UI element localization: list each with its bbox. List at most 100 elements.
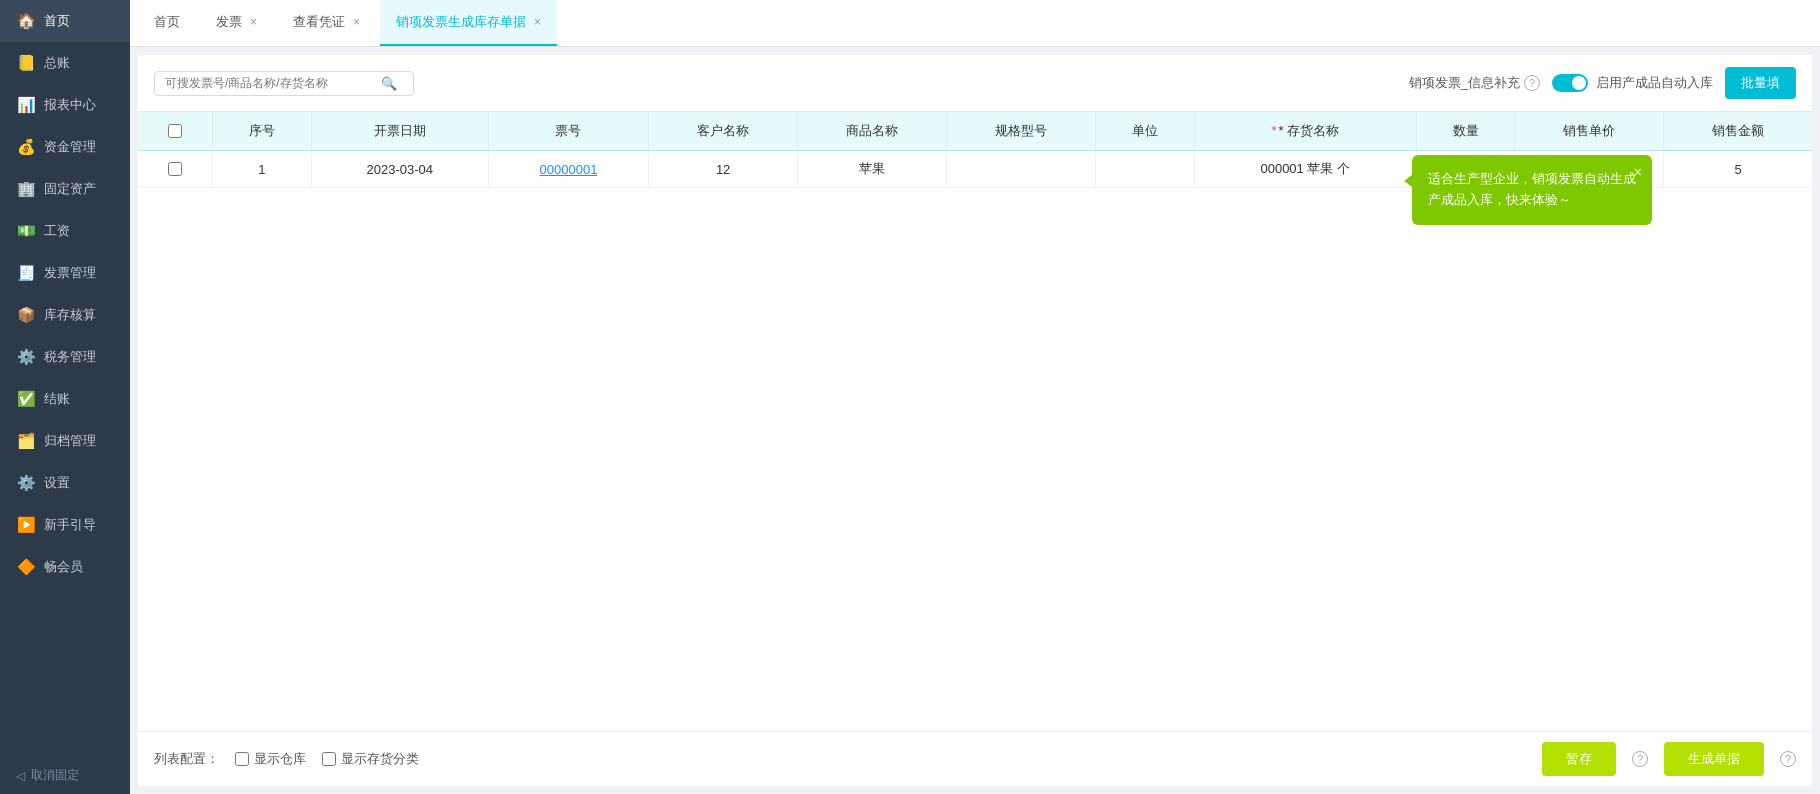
sidebar-item-label: 首页 <box>44 12 70 30</box>
fixed-assets-icon: 🏢 <box>16 180 36 198</box>
archive-icon: 🗂️ <box>16 432 36 450</box>
col-checkbox <box>138 112 213 151</box>
show-category-label: 显示存货分类 <box>341 750 419 768</box>
sidebar-item-label: 固定资产 <box>44 180 96 198</box>
show-category-item[interactable]: 显示存货分类 <box>322 750 419 768</box>
auto-warehouse-toggle[interactable] <box>1552 74 1588 92</box>
sidebar-item-label: 新手引导 <box>44 516 96 534</box>
show-warehouse-item[interactable]: 显示仓库 <box>235 750 306 768</box>
home-icon: 🏠 <box>16 12 36 30</box>
sidebar-item-inventory[interactable]: 📦 库存核算 <box>0 294 130 336</box>
sidebar-item-reports[interactable]: 📊 报表中心 <box>0 84 130 126</box>
tab-voucher-close[interactable]: × <box>353 15 360 29</box>
row-checkbox[interactable] <box>168 162 182 176</box>
row-inventory[interactable]: 000001 苹果 个 <box>1194 151 1416 188</box>
generate-help-icon[interactable]: ? <box>1780 751 1796 767</box>
sidebar-item-label: 工资 <box>44 222 70 240</box>
sidebar-item-general-ledger[interactable]: 📒 总账 <box>0 42 130 84</box>
sidebar-item-label: 发票管理 <box>44 264 96 282</box>
col-number: 票号 <box>488 112 648 151</box>
row-customer: 12 <box>649 151 798 188</box>
tab-bar: 首页 发票 × 查看凭证 × 销项发票生成库存单据 × <box>130 0 1820 47</box>
tab-cancel-invoice-close[interactable]: × <box>534 15 541 29</box>
row-amount: 5 <box>1664 151 1812 188</box>
col-spec: 规格型号 <box>947 112 1096 151</box>
col-seq: 序号 <box>213 112 312 151</box>
toolbar: 🔍 销项发票_信息补充 ? 启用产成品自动入库 批量填 <box>138 55 1812 112</box>
sidebar-pin-toggle[interactable]: ◁ 取消固定 <box>0 757 130 794</box>
tab-invoice-label: 发票 <box>216 13 242 31</box>
info-help-icon[interactable]: ? <box>1524 75 1540 91</box>
search-input[interactable] <box>165 76 375 90</box>
info-label-text: 销项发票_信息补充 <box>1409 74 1520 92</box>
sidebar-item-label: 总账 <box>44 54 70 72</box>
col-unit: 单位 <box>1096 112 1195 151</box>
sidebar-item-guide[interactable]: ▶️ 新手引导 <box>0 504 130 546</box>
batch-fill-button[interactable]: 批量填 <box>1725 67 1796 99</box>
tooltip-popup: × 适合生产型企业，销项发票自动生成产成品入库，快来体验～ <box>1412 155 1652 225</box>
sidebar-item-label: 报表中心 <box>44 96 96 114</box>
tooltip-close[interactable]: × <box>1634 161 1642 183</box>
sidebar-item-funds[interactable]: 💰 资金管理 <box>0 126 130 168</box>
payroll-icon: 💵 <box>16 222 36 240</box>
footer-bar: 列表配置： 显示仓库 显示存货分类 暂存 ? 生成单据 ? <box>138 731 1812 786</box>
show-warehouse-checkbox[interactable] <box>235 752 249 766</box>
sidebar-item-label: 归档管理 <box>44 432 96 450</box>
row-number-link[interactable]: 00000001 <box>540 162 598 177</box>
tab-home-label: 首页 <box>154 13 180 31</box>
col-unit-price: 销售单价 <box>1515 112 1664 151</box>
sidebar-item-invoice-mgmt[interactable]: 🧾 发票管理 <box>0 252 130 294</box>
row-number[interactable]: 00000001 <box>488 151 648 188</box>
generate-button[interactable]: 生成单据 <box>1664 742 1764 776</box>
sidebar: 🏠 首页 📒 总账 📊 报表中心 💰 资金管理 🏢 固定资产 💵 工资 🧾 发票… <box>0 0 130 794</box>
ledger-icon: 📒 <box>16 54 36 72</box>
row-product: 苹果 <box>798 151 947 188</box>
sidebar-item-label: 结账 <box>44 390 70 408</box>
tab-voucher[interactable]: 查看凭证 × <box>277 0 376 46</box>
main-area: 首页 发票 × 查看凭证 × 销项发票生成库存单据 × 🔍 销项发票_信息补充 … <box>130 0 1820 794</box>
search-icon: 🔍 <box>381 76 397 91</box>
select-all-checkbox[interactable] <box>168 124 182 138</box>
row-spec <box>947 151 1096 188</box>
sidebar-item-label: 设置 <box>44 474 70 492</box>
col-inventory: ** 存货名称 <box>1194 112 1416 151</box>
tab-voucher-label: 查看凭证 <box>293 13 345 31</box>
sidebar-item-settle[interactable]: ✅ 结账 <box>0 378 130 420</box>
inventory-icon: 📦 <box>16 306 36 324</box>
show-category-checkbox[interactable] <box>322 752 336 766</box>
tooltip-text: 适合生产型企业，销项发票自动生成产成品入库，快来体验～ <box>1428 171 1636 207</box>
funds-icon: 💰 <box>16 138 36 156</box>
list-config-label: 列表配置： <box>154 750 219 768</box>
toggle-area: 启用产成品自动入库 <box>1552 74 1713 92</box>
tab-invoice-close[interactable]: × <box>250 15 257 29</box>
footer-checkbox-group: 显示仓库 显示存货分类 <box>235 750 419 768</box>
sidebar-item-home[interactable]: 🏠 首页 <box>0 0 130 42</box>
reports-icon: 📊 <box>16 96 36 114</box>
search-box[interactable]: 🔍 <box>154 71 414 96</box>
sidebar-item-tax[interactable]: ⚙️ 税务管理 <box>0 336 130 378</box>
col-date: 开票日期 <box>311 112 488 151</box>
sidebar-item-label: 税务管理 <box>44 348 96 366</box>
sidebar-item-label: 畅会员 <box>44 558 83 576</box>
guide-icon: ▶️ <box>16 516 36 534</box>
sidebar-item-member[interactable]: 🔶 畅会员 <box>0 546 130 588</box>
tab-home[interactable]: 首页 <box>138 0 196 46</box>
tab-invoice[interactable]: 发票 × <box>200 0 273 46</box>
show-warehouse-label: 显示仓库 <box>254 750 306 768</box>
toggle-label: 启用产成品自动入库 <box>1596 74 1713 92</box>
tab-cancel-invoice-label: 销项发票生成库存单据 <box>396 13 526 31</box>
sidebar-item-archive[interactable]: 🗂️ 归档管理 <box>0 420 130 462</box>
save-help-icon[interactable]: ? <box>1632 751 1648 767</box>
sidebar-item-fixed-assets[interactable]: 🏢 固定资产 <box>0 168 130 210</box>
sidebar-item-payroll[interactable]: 💵 工资 <box>0 210 130 252</box>
save-button[interactable]: 暂存 <box>1542 742 1616 776</box>
tax-icon: ⚙️ <box>16 348 36 366</box>
col-product: 商品名称 <box>798 112 947 151</box>
tab-cancel-invoice[interactable]: 销项发票生成库存单据 × <box>380 0 557 46</box>
sidebar-pin-label: 取消固定 <box>31 767 79 784</box>
col-qty: 数量 <box>1416 112 1515 151</box>
settings-icon: ⚙️ <box>16 474 36 492</box>
settle-icon: ✅ <box>16 390 36 408</box>
sidebar-item-settings[interactable]: ⚙️ 设置 <box>0 462 130 504</box>
pin-icon: ◁ <box>16 769 25 783</box>
